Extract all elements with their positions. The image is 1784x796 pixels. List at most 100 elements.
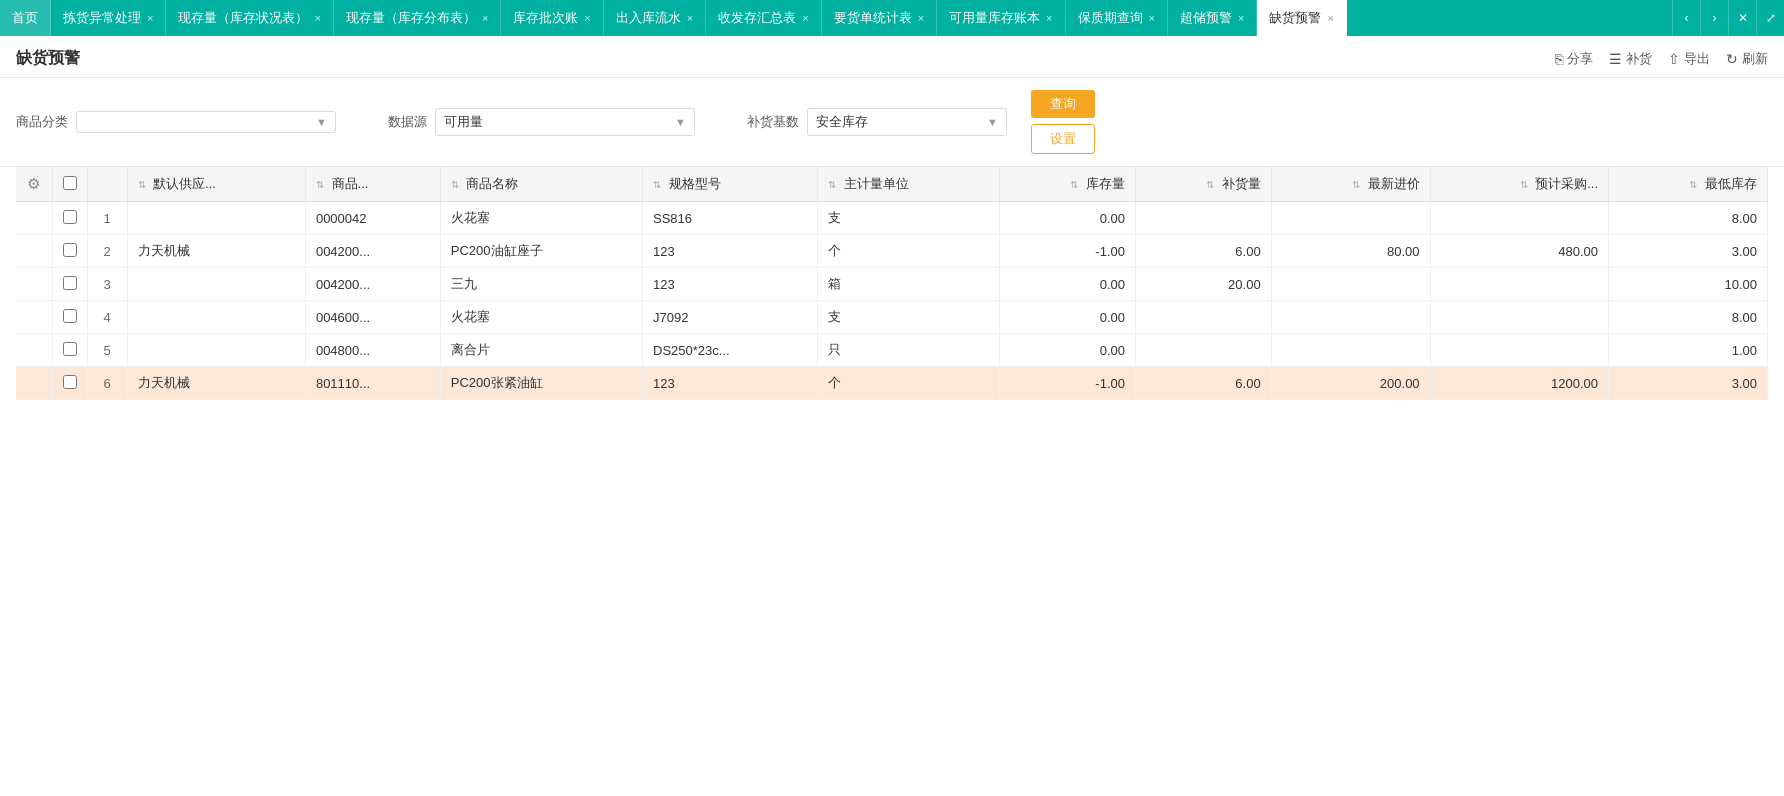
refresh-button[interactable]: ↻ 刷新 (1726, 50, 1768, 68)
nav-next-arrow[interactable]: › (1700, 0, 1728, 36)
nav-item-5[interactable]: 出入库流水 × (604, 0, 706, 36)
col-header-code[interactable]: ⇅ 商品... (305, 167, 440, 202)
col-header-minstock[interactable]: ⇅ 最低库存 (1609, 167, 1768, 202)
row-check-4[interactable] (52, 334, 87, 367)
row-minstock-5: 3.00 (1609, 367, 1768, 400)
datasource-label: 数据源 (388, 113, 427, 131)
nav-close-10[interactable]: × (1238, 12, 1244, 24)
col-header-settings[interactable]: ⚙ (16, 167, 52, 202)
row-stock-3: 0.00 (1000, 301, 1136, 334)
row-checkbox-0[interactable] (63, 210, 77, 224)
nav-item-2[interactable]: 现存量（库存状况表） × (166, 0, 333, 36)
nav-close-4[interactable]: × (584, 12, 590, 24)
sort-minstock-icon: ⇅ (1689, 179, 1697, 190)
row-name-4: 离合片 (440, 334, 642, 367)
nav-item-4[interactable]: 库存批次账 × (501, 0, 603, 36)
datasource-value: 可用量 (444, 113, 483, 131)
row-num-3: 4 (87, 301, 127, 334)
row-stock-4: 0.00 (1000, 334, 1136, 367)
nav-arrows: ‹ › ✕ ⤢ (1672, 0, 1784, 36)
nav-label-11: 缺货预警 (1269, 9, 1321, 27)
nav-item-3[interactable]: 现存量（库存分布表） × (334, 0, 501, 36)
export-button[interactable]: ⇧ 导出 (1668, 50, 1710, 68)
filter-left: 商品分类 ▼ 数据源 可用量 ▼ 补货基数 (16, 90, 1768, 154)
row-checkbox-5[interactable] (63, 375, 77, 389)
row-checkbox-3[interactable] (63, 309, 77, 323)
select-all-checkbox[interactable] (63, 176, 77, 190)
row-checkbox-1[interactable] (63, 243, 77, 257)
col-header-estimated[interactable]: ⇅ 预计采购... (1430, 167, 1608, 202)
export-label: 导出 (1684, 50, 1710, 68)
col-header-supplier[interactable]: ⇅ 默认供应... (127, 167, 305, 202)
col-header-check[interactable] (52, 167, 87, 202)
nav-item-home[interactable]: 首页 (0, 0, 51, 36)
nav-item-9[interactable]: 保质期查询 × (1066, 0, 1168, 36)
nav-item-8[interactable]: 可用量库存账本 × (937, 0, 1065, 36)
main-content: 缺货预警 ⎘ 分享 ☰ 补货 ⇧ 导出 ↻ 刷新 (0, 36, 1784, 796)
nav-item-6[interactable]: 收发存汇总表 × (706, 0, 821, 36)
row-checkbox-2[interactable] (63, 276, 77, 290)
col-header-replenish[interactable]: ⇅ 补货量 (1136, 167, 1272, 202)
row-stock-2: 0.00 (1000, 268, 1136, 301)
category-select[interactable]: ▼ (76, 111, 336, 133)
row-supplier-3 (127, 301, 305, 334)
row-name-5: PC200张紧油缸 (440, 367, 642, 400)
nav-close-7[interactable]: × (918, 12, 924, 24)
col-supplier-label: 默认供应... (153, 176, 216, 191)
row-num-4: 5 (87, 334, 127, 367)
row-supplier-4 (127, 334, 305, 367)
row-price-0 (1271, 202, 1430, 235)
row-check-1[interactable] (52, 235, 87, 268)
settings-button[interactable]: 设置 (1031, 124, 1095, 154)
share-button[interactable]: ⎘ 分享 (1555, 50, 1593, 68)
nav-close-8[interactable]: × (1046, 12, 1052, 24)
row-check-2[interactable] (52, 268, 87, 301)
col-replenish-label: 补货量 (1222, 176, 1261, 191)
row-price-4 (1271, 334, 1430, 367)
datasource-chevron-icon: ▼ (675, 116, 686, 128)
nav-close-9[interactable]: × (1149, 12, 1155, 24)
nav-item-1[interactable]: 拣货异常处理 × (51, 0, 166, 36)
row-code-5: 801110... (305, 367, 440, 400)
row-settings-4 (16, 334, 52, 367)
nav-label-4: 库存批次账 (513, 9, 578, 27)
row-checkbox-4[interactable] (63, 342, 77, 356)
nav-label-home: 首页 (12, 9, 38, 27)
row-replenish-0 (1136, 202, 1272, 235)
nav-close-6[interactable]: × (802, 12, 808, 24)
nav-prev-arrow[interactable]: ‹ (1672, 0, 1700, 36)
row-check-0[interactable] (52, 202, 87, 235)
nav-item-11[interactable]: 缺货预警 × (1257, 0, 1346, 36)
col-header-spec[interactable]: ⇅ 规格型号 (643, 167, 818, 202)
replenish-button[interactable]: ☰ 补货 (1609, 50, 1652, 68)
nav-close-2[interactable]: × (314, 12, 320, 24)
nav-close-1[interactable]: × (147, 12, 153, 24)
col-header-unit[interactable]: ⇅ 主计量单位 (818, 167, 1000, 202)
datasource-select[interactable]: 可用量 ▼ (435, 108, 695, 136)
col-minstock-label: 最低库存 (1705, 176, 1757, 191)
col-header-price[interactable]: ⇅ 最新进价 (1271, 167, 1430, 202)
col-header-name[interactable]: ⇅ 商品名称 (440, 167, 642, 202)
row-price-5: 200.00 (1271, 367, 1430, 400)
gear-icon[interactable]: ⚙ (27, 175, 40, 192)
nav-fullscreen[interactable]: ⤢ (1756, 0, 1784, 36)
row-check-3[interactable] (52, 301, 87, 334)
replenish-select[interactable]: 安全库存 ▼ (807, 108, 1007, 136)
nav-close-11[interactable]: × (1327, 12, 1333, 24)
nav-close-5[interactable]: × (687, 12, 693, 24)
nav-close-all[interactable]: ✕ (1728, 0, 1756, 36)
nav-close-3[interactable]: × (482, 12, 488, 24)
nav-label-7: 要货单统计表 (834, 9, 912, 27)
row-replenish-1: 6.00 (1136, 235, 1272, 268)
row-minstock-0: 8.00 (1609, 202, 1768, 235)
row-price-2 (1271, 268, 1430, 301)
col-name-label: 商品名称 (466, 176, 518, 191)
row-check-5[interactable] (52, 367, 87, 400)
row-num-1: 2 (87, 235, 127, 268)
nav-item-10[interactable]: 超储预警 × (1168, 0, 1257, 36)
query-button[interactable]: 查询 (1031, 90, 1095, 118)
row-supplier-0 (127, 202, 305, 235)
col-header-stock[interactable]: ⇅ 库存量 (1000, 167, 1136, 202)
nav-item-7[interactable]: 要货单统计表 × (822, 0, 937, 36)
row-minstock-1: 3.00 (1609, 235, 1768, 268)
